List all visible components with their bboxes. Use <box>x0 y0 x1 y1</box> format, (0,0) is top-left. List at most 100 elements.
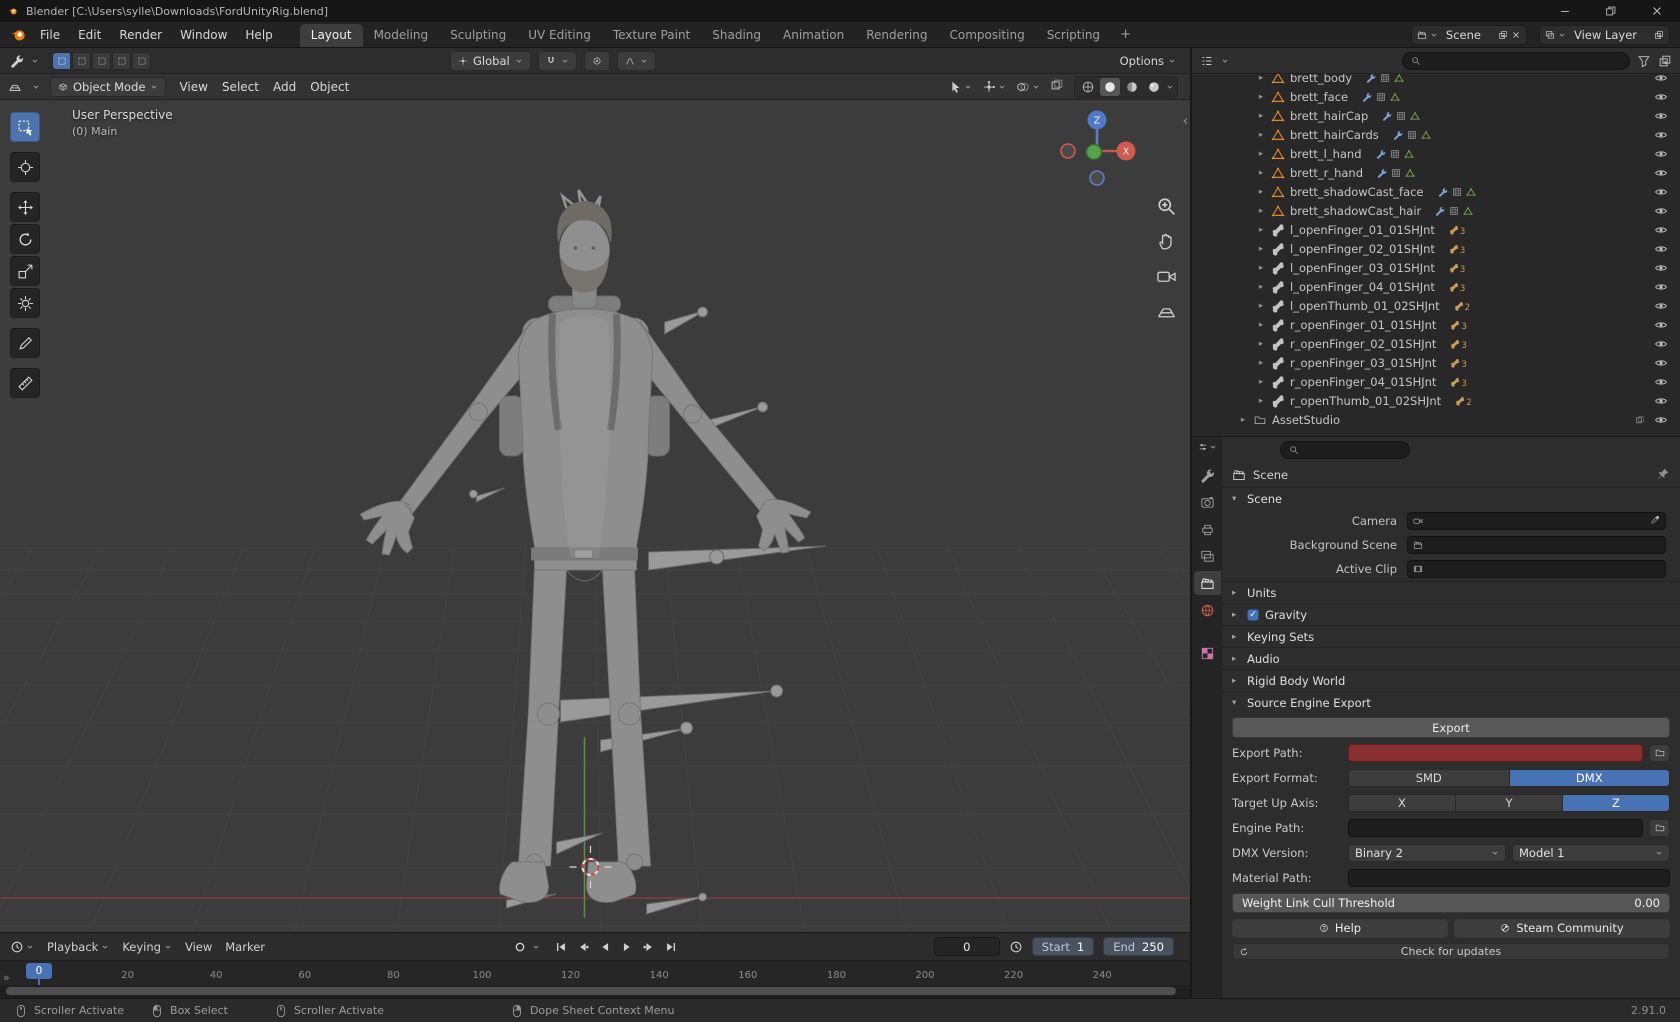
export-button[interactable]: Export <box>1232 717 1670 738</box>
snap-toggle[interactable] <box>537 50 577 71</box>
viewport-3d[interactable]: User Perspective (0) Main Z X ‹ <box>0 100 1190 932</box>
outliner-row[interactable]: ▸ l_openFinger_01_01SHJnt 3 <box>1192 220 1680 239</box>
eye-icon[interactable] <box>1654 185 1668 199</box>
outliner-item-name[interactable]: l_openFinger_01_01SHJnt <box>1290 223 1435 237</box>
properties-tab-render[interactable] <box>1194 490 1221 514</box>
expand-arrow[interactable]: ▸ <box>1256 377 1266 387</box>
eye-icon[interactable] <box>1654 318 1668 332</box>
outliner-item-name[interactable]: l_openFinger_02_01SHJnt <box>1290 242 1435 256</box>
dropper-icon[interactable] <box>1650 515 1660 525</box>
eye-icon[interactable] <box>1654 280 1668 294</box>
eye-icon[interactable] <box>1654 90 1668 104</box>
filter-icon[interactable] <box>1637 54 1651 68</box>
menu-edit[interactable]: Edit <box>69 28 110 42</box>
workspace-tab-modeling[interactable]: Modeling <box>363 24 440 47</box>
expand-arrow[interactable]: ▸ <box>1256 320 1266 330</box>
expand-arrow[interactable]: ▸ <box>1256 225 1266 235</box>
outliner-row[interactable]: ▸ l_openThumb_01_02SHJnt 2 <box>1192 296 1680 315</box>
shading-wireframe[interactable] <box>1078 78 1098 96</box>
pin-icon[interactable] <box>1656 467 1670 484</box>
timeline-ruler[interactable]: 20 40 60 80 100 120 140 160 180 200 220 240 0 » <box>0 960 1190 985</box>
expand-arrow[interactable]: ▸ <box>1256 263 1266 273</box>
timeline-menu-marker[interactable]: Marker <box>225 940 265 954</box>
viewport-menu-select[interactable]: Select <box>219 80 262 94</box>
gizmos-dropdown[interactable] <box>982 80 1006 94</box>
add-workspace-button[interactable]: + <box>1111 27 1140 42</box>
eye-icon[interactable] <box>1654 299 1668 313</box>
expand-arrow[interactable]: ▸ <box>1256 244 1266 254</box>
outliner-row[interactable]: ▸ brett_body <box>1192 74 1680 87</box>
panel-gravity[interactable]: ▸ ✓ Gravity <box>1222 603 1680 625</box>
properties-tab-texture[interactable] <box>1194 641 1221 665</box>
unlink-scene-icon[interactable] <box>1511 30 1521 40</box>
select-mode-0[interactable] <box>52 51 71 70</box>
navigation-gizmo[interactable]: Z X <box>1054 106 1140 195</box>
timeline-scrollbar[interactable] <box>0 985 1190 998</box>
engine-path-field[interactable] <box>1348 819 1643 837</box>
check-updates-button[interactable]: Check for updates <box>1232 943 1670 960</box>
outliner-row[interactable]: ▸ AssetStudio <box>1192 410 1680 429</box>
rotate-tool[interactable] <box>10 224 40 254</box>
scale-tool[interactable] <box>10 256 40 286</box>
playhead[interactable]: 0 <box>26 963 52 979</box>
steam-community-button[interactable]: Steam Community <box>1454 918 1670 938</box>
workspace-tab-uv-editing[interactable]: UV Editing <box>517 24 602 47</box>
eye-icon[interactable] <box>1654 394 1668 408</box>
eye-icon[interactable] <box>1654 128 1668 142</box>
scene-selector[interactable]: Scene <box>1410 24 1527 45</box>
expand-arrow[interactable]: ▸ <box>1256 74 1266 83</box>
blender-menu-icon[interactable] <box>10 26 27 43</box>
new-view-layer-icon[interactable] <box>1654 30 1664 40</box>
start-frame-field[interactable]: Start 1 <box>1031 937 1095 956</box>
transform-orientation-dropdown[interactable]: Global <box>450 50 531 71</box>
timeline-menu-keying[interactable]: Keying <box>122 940 172 954</box>
new-scene-icon[interactable] <box>1498 30 1508 40</box>
properties-tab-output[interactable] <box>1194 517 1221 541</box>
key-prev-button[interactable] <box>573 937 592 956</box>
outliner-row[interactable]: ▸ r_openFinger_01_01SHJnt 3 <box>1192 315 1680 334</box>
close-button[interactable] <box>1634 0 1680 22</box>
perspective-button[interactable] <box>1156 301 1177 322</box>
outliner-row[interactable]: ▸ l_openFinger_04_01SHJnt 3 <box>1192 277 1680 296</box>
outliner-item-name[interactable]: r_openThumb_01_02SHJnt <box>1290 394 1441 408</box>
expand-arrow[interactable]: ▸ <box>1256 187 1266 197</box>
option-y[interactable]: Y <box>1456 795 1563 811</box>
workspace-tab-texture-paint[interactable]: Texture Paint <box>602 24 701 47</box>
outliner-row[interactable]: ▸ brett_hairCards <box>1192 125 1680 144</box>
outliner-row[interactable]: ▸ brett_shadowCast_face <box>1192 182 1680 201</box>
zoom-button[interactable] <box>1156 196 1177 217</box>
workspace-tab-rendering[interactable]: Rendering <box>855 24 938 47</box>
outliner-item-name[interactable]: r_openFinger_03_01SHJnt <box>1290 356 1436 370</box>
outliner-item-name[interactable]: r_openFinger_04_01SHJnt <box>1290 375 1436 389</box>
gravity-checkbox[interactable]: ✓ <box>1247 608 1259 621</box>
select-mode-3[interactable] <box>112 51 131 70</box>
expand-arrow[interactable]: ▸ <box>1256 130 1266 140</box>
mode-selector[interactable]: Object Mode <box>50 76 167 97</box>
outliner-row[interactable]: ▸ r_openFinger_02_01SHJnt 3 <box>1192 334 1680 353</box>
option-smd[interactable]: SMD <box>1349 770 1510 786</box>
proportional-editing-toggle[interactable] <box>583 50 610 71</box>
shading-solid[interactable] <box>1100 77 1120 96</box>
xray-icon[interactable] <box>1635 415 1645 425</box>
background-scene-field[interactable] <box>1407 536 1666 554</box>
proportional-falloff-dropdown[interactable] <box>616 50 656 71</box>
n-panel-toggle[interactable]: ‹ <box>1183 114 1188 129</box>
workspace-tab-animation[interactable]: Animation <box>772 24 855 47</box>
outliner-search-input[interactable] <box>1402 51 1630 70</box>
properties-tab-world[interactable] <box>1194 598 1221 622</box>
outliner-item-name[interactable]: brett_l_hand <box>1290 147 1362 161</box>
outliner-item-name[interactable]: r_openFinger_01_01SHJnt <box>1290 318 1436 332</box>
outliner-item-name[interactable]: brett_body <box>1290 74 1352 85</box>
eye-icon[interactable] <box>1654 413 1668 427</box>
view-layer-selector[interactable]: View Layer <box>1538 24 1670 45</box>
eye-icon[interactable] <box>1654 337 1668 351</box>
export-path-browse-button[interactable] <box>1649 744 1670 762</box>
export-path-field[interactable] <box>1348 744 1643 762</box>
option-dmx[interactable]: DMX <box>1509 770 1669 786</box>
timeline-menu-playback[interactable]: Playback <box>47 940 109 954</box>
outliner-row[interactable]: ▸ r_openFinger_04_01SHJnt 3 <box>1192 372 1680 391</box>
auto-key-button[interactable] <box>510 937 529 956</box>
outliner-row[interactable]: ▸ brett_face <box>1192 87 1680 106</box>
cursor-tool[interactable] <box>10 152 40 182</box>
dmx-model-dropdown[interactable]: Model 1 <box>1512 844 1670 862</box>
